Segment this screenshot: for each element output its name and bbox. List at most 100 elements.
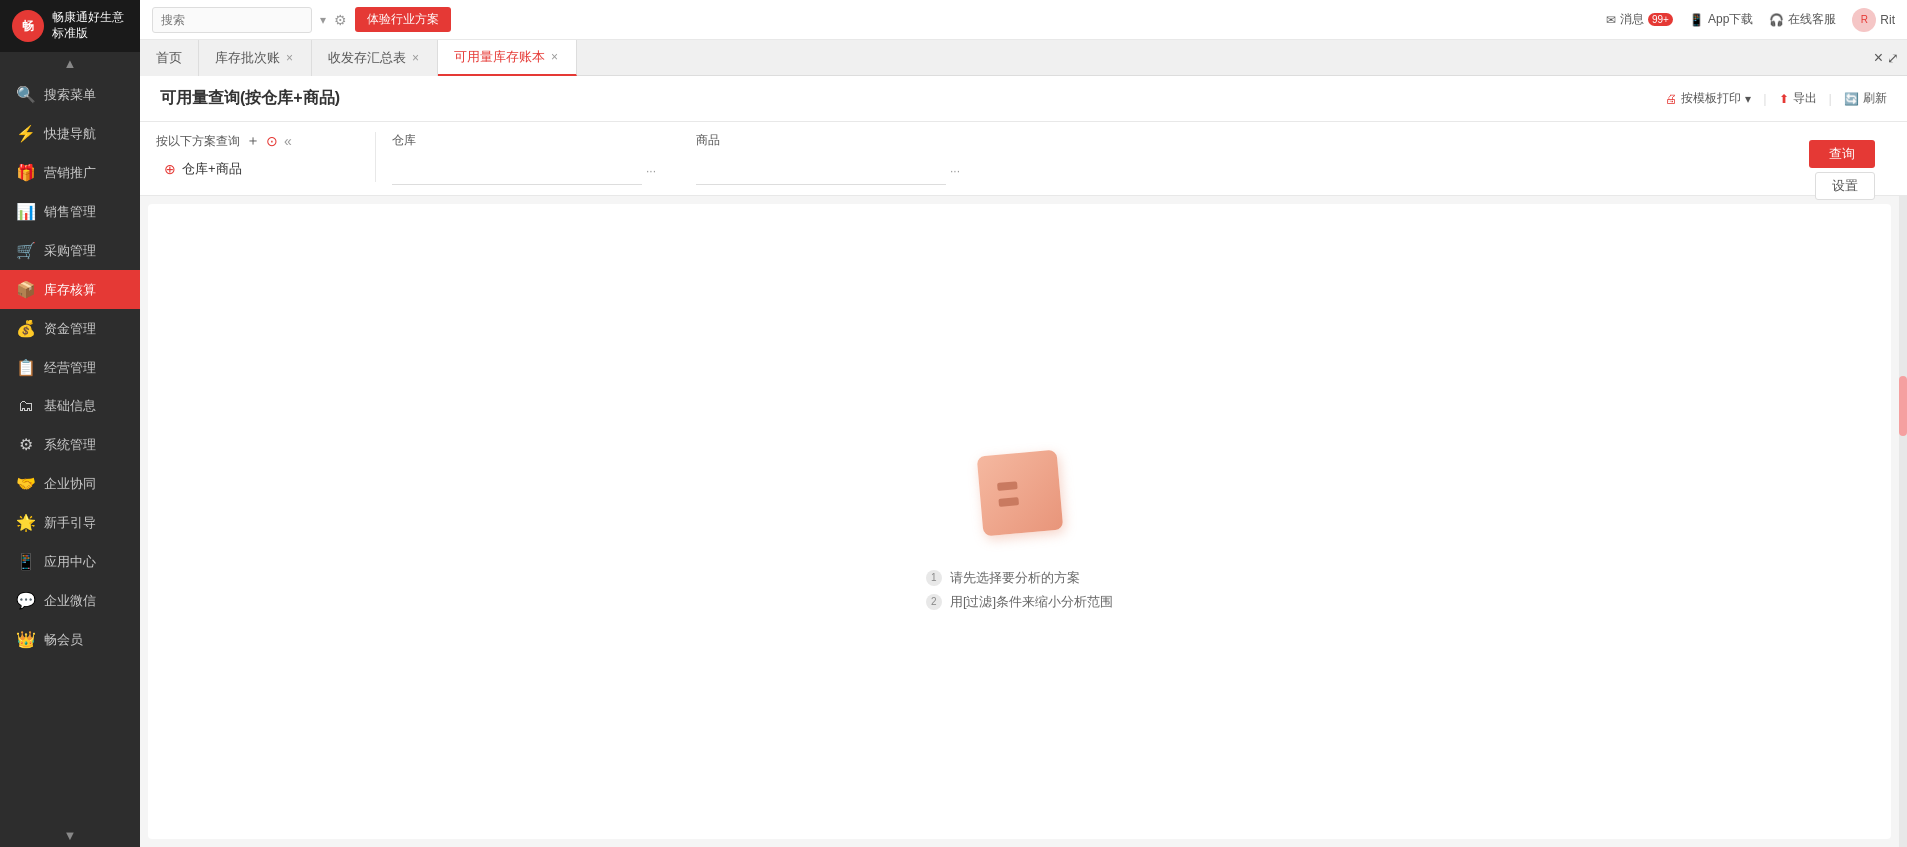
sidebar-item-search[interactable]: 🔍 搜索菜单 bbox=[0, 75, 140, 114]
sidebar-item-member[interactable]: 👑 畅会员 bbox=[0, 620, 140, 659]
sidebar-item-sales[interactable]: 📊 销售管理 bbox=[0, 192, 140, 231]
headset-icon: 🎧 bbox=[1769, 13, 1784, 27]
tab-home-label: 首页 bbox=[156, 49, 182, 67]
right-scrollbar[interactable] bbox=[1899, 196, 1907, 847]
app-download-label: App下载 bbox=[1708, 11, 1753, 28]
filter-warehouse-field: 仓库 ··· bbox=[392, 132, 672, 185]
query-button[interactable]: 查询 bbox=[1809, 140, 1875, 168]
crown-icon: 👑 bbox=[16, 630, 36, 649]
topbar-online-service[interactable]: 🎧 在线客服 bbox=[1769, 11, 1836, 28]
sidebar-item-finance[interactable]: 💰 资金管理 bbox=[0, 309, 140, 348]
tabs-actions: × ⤢ bbox=[1874, 49, 1907, 67]
product-input[interactable] bbox=[696, 157, 946, 185]
filter-scheme-label: 按以下方案查询 bbox=[156, 133, 240, 150]
sidebar-item-label: 经营管理 bbox=[44, 359, 96, 377]
tab-available-close-icon[interactable]: × bbox=[549, 49, 560, 65]
topbar-search-input[interactable] bbox=[152, 7, 312, 33]
box-icon: 📦 bbox=[16, 280, 36, 299]
filter-fields-container: 仓库 ··· 商品 ··· 查询 设置 bbox=[392, 132, 1891, 185]
export-button[interactable]: ⬆ 导出 bbox=[1779, 90, 1817, 107]
topbar-right: ✉ 消息 99+ 📱 App下载 🎧 在线客服 R Rit bbox=[1606, 8, 1895, 32]
hint-number-2: 2 bbox=[926, 594, 942, 610]
sidebar-item-label: 资金管理 bbox=[44, 320, 96, 338]
sidebar-item-shortcut[interactable]: ⚡ 快捷导航 bbox=[0, 114, 140, 153]
tabs-expand-button[interactable]: ⤢ bbox=[1887, 50, 1899, 66]
cart-icon: 🛒 bbox=[16, 241, 36, 260]
sidebar-item-enterprise[interactable]: 🤝 企业协同 bbox=[0, 464, 140, 503]
tab-summary[interactable]: 收发存汇总表 × bbox=[312, 40, 438, 76]
tab-summary-label: 收发存汇总表 bbox=[328, 49, 406, 67]
divider1: | bbox=[1763, 91, 1766, 106]
tab-home[interactable]: 首页 bbox=[140, 40, 199, 76]
refresh-button[interactable]: 🔄 刷新 bbox=[1844, 90, 1887, 107]
tab-available-label: 可用量库存账本 bbox=[454, 48, 545, 66]
page-header: 可用量查询(按仓库+商品) 🖨 按模板打印 ▾ | ⬆ 导出 | 🔄 刷新 bbox=[140, 76, 1907, 122]
sidebar-item-system[interactable]: ⚙ 系统管理 bbox=[0, 425, 140, 464]
tab-batch[interactable]: 库存批次账 × bbox=[199, 40, 312, 76]
warehouse-more-icon[interactable]: ··· bbox=[646, 164, 656, 178]
tab-summary-close-icon[interactable]: × bbox=[410, 50, 421, 66]
sidebar-item-guide[interactable]: 🌟 新手引导 bbox=[0, 503, 140, 542]
topbar-user[interactable]: R Rit bbox=[1852, 8, 1895, 32]
sidebar-item-marketing[interactable]: 🎁 营销推广 bbox=[0, 153, 140, 192]
sidebar-title: 畅康通好生意 bbox=[52, 10, 124, 26]
main-content: ▾ ⚙ 体验行业方案 ✉ 消息 99+ 📱 App下载 🎧 在线客服 R Rit bbox=[140, 0, 1907, 847]
warehouse-input-row: ··· bbox=[392, 157, 672, 185]
filter-product-field: 商品 ··· bbox=[696, 132, 976, 185]
tabs-close-button[interactable]: × bbox=[1874, 49, 1883, 67]
industry-solution-button[interactable]: 体验行业方案 bbox=[355, 7, 451, 32]
scrollbar-thumb bbox=[1899, 376, 1907, 436]
topbar-chevron-icon[interactable]: ▾ bbox=[320, 13, 326, 27]
print-label: 按模板打印 bbox=[1681, 90, 1741, 107]
print-chevron-icon: ▾ bbox=[1745, 92, 1751, 106]
sidebar-item-label: 企业微信 bbox=[44, 592, 96, 610]
sidebar-item-basic[interactable]: 🗂 基础信息 bbox=[0, 387, 140, 425]
filter-add-icon[interactable]: ＋ bbox=[246, 132, 260, 150]
box-face2 bbox=[998, 497, 1019, 507]
sidebar-logo: 畅 bbox=[12, 10, 44, 42]
sidebar-scroll-up[interactable]: ▲ bbox=[0, 52, 140, 75]
sidebar-item-purchase[interactable]: 🛒 采购管理 bbox=[0, 231, 140, 270]
handshake-icon: 🤝 bbox=[16, 474, 36, 493]
product-label: 商品 bbox=[696, 132, 976, 149]
settings-button[interactable]: 设置 bbox=[1815, 172, 1875, 200]
tabs-bar: 首页 库存批次账 × 收发存汇总表 × 可用量库存账本 × × ⤢ bbox=[140, 40, 1907, 76]
topbar: ▾ ⚙ 体验行业方案 ✉ 消息 99+ 📱 App下载 🎧 在线客服 R Rit bbox=[140, 0, 1907, 40]
topbar-message[interactable]: ✉ 消息 99+ bbox=[1606, 11, 1673, 28]
sidebar-item-inventory[interactable]: 📦 库存核算 bbox=[0, 270, 140, 309]
sidebar-item-label: 销售管理 bbox=[44, 203, 96, 221]
user-name: Rit bbox=[1880, 13, 1895, 27]
empty-state: 1 请先选择要分析的方案 2 用[过滤]条件来缩小分析范围 bbox=[148, 204, 1891, 839]
filter-scheme-item[interactable]: ⊕ 仓库+商品 bbox=[156, 156, 359, 182]
warehouse-input[interactable] bbox=[392, 157, 642, 185]
hint-text-1: 请先选择要分析的方案 bbox=[950, 569, 1080, 587]
sidebar-item-wechat[interactable]: 💬 企业微信 bbox=[0, 581, 140, 620]
sidebar: 畅 畅康通好生意 标准版 ▲ 🔍 搜索菜单 ⚡ 快捷导航 🎁 营销推广 📊 销售… bbox=[0, 0, 140, 847]
money-icon: 💰 bbox=[16, 319, 36, 338]
page-actions: 🖨 按模板打印 ▾ | ⬆ 导出 | 🔄 刷新 bbox=[1665, 90, 1887, 107]
print-template-button[interactable]: 🖨 按模板打印 ▾ bbox=[1665, 90, 1751, 107]
sidebar-brand: 畅康通好生意 标准版 bbox=[52, 10, 124, 41]
product-more-icon[interactable]: ··· bbox=[950, 164, 960, 178]
sidebar-item-label: 企业协同 bbox=[44, 475, 96, 493]
export-icon: ⬆ bbox=[1779, 92, 1789, 106]
filter-collapse-icon[interactable]: « bbox=[284, 133, 292, 149]
phone-icon: 📱 bbox=[1689, 13, 1704, 27]
empty-hint-1: 1 请先选择要分析的方案 bbox=[926, 569, 1113, 587]
sidebar-item-operation[interactable]: 📋 经营管理 bbox=[0, 348, 140, 387]
filter-scheme-header: 按以下方案查询 ＋ ⊙ « bbox=[156, 132, 359, 150]
folder-icon: 🗂 bbox=[16, 397, 36, 415]
sidebar-nav: 🔍 搜索菜单 ⚡ 快捷导航 🎁 营销推广 📊 销售管理 🛒 采购管理 📦 库存核… bbox=[0, 75, 140, 824]
topbar-gear-icon[interactable]: ⚙ bbox=[334, 12, 347, 28]
topbar-app-download[interactable]: 📱 App下载 bbox=[1689, 11, 1753, 28]
sidebar-item-apps[interactable]: 📱 应用中心 bbox=[0, 542, 140, 581]
filter-scheme-settings-icon[interactable]: ⊙ bbox=[266, 133, 278, 149]
sidebar-scroll-down[interactable]: ▼ bbox=[0, 824, 140, 847]
filter-panel: 按以下方案查询 ＋ ⊙ « ⊕ 仓库+商品 仓库 ·· bbox=[140, 122, 1907, 196]
page-title: 可用量查询(按仓库+商品) bbox=[160, 88, 340, 109]
tab-batch-close-icon[interactable]: × bbox=[284, 50, 295, 66]
online-service-label: 在线客服 bbox=[1788, 11, 1836, 28]
message-icon: ✉ bbox=[1606, 13, 1616, 27]
tab-available[interactable]: 可用量库存账本 × bbox=[438, 40, 577, 76]
print-icon: 🖨 bbox=[1665, 92, 1677, 106]
